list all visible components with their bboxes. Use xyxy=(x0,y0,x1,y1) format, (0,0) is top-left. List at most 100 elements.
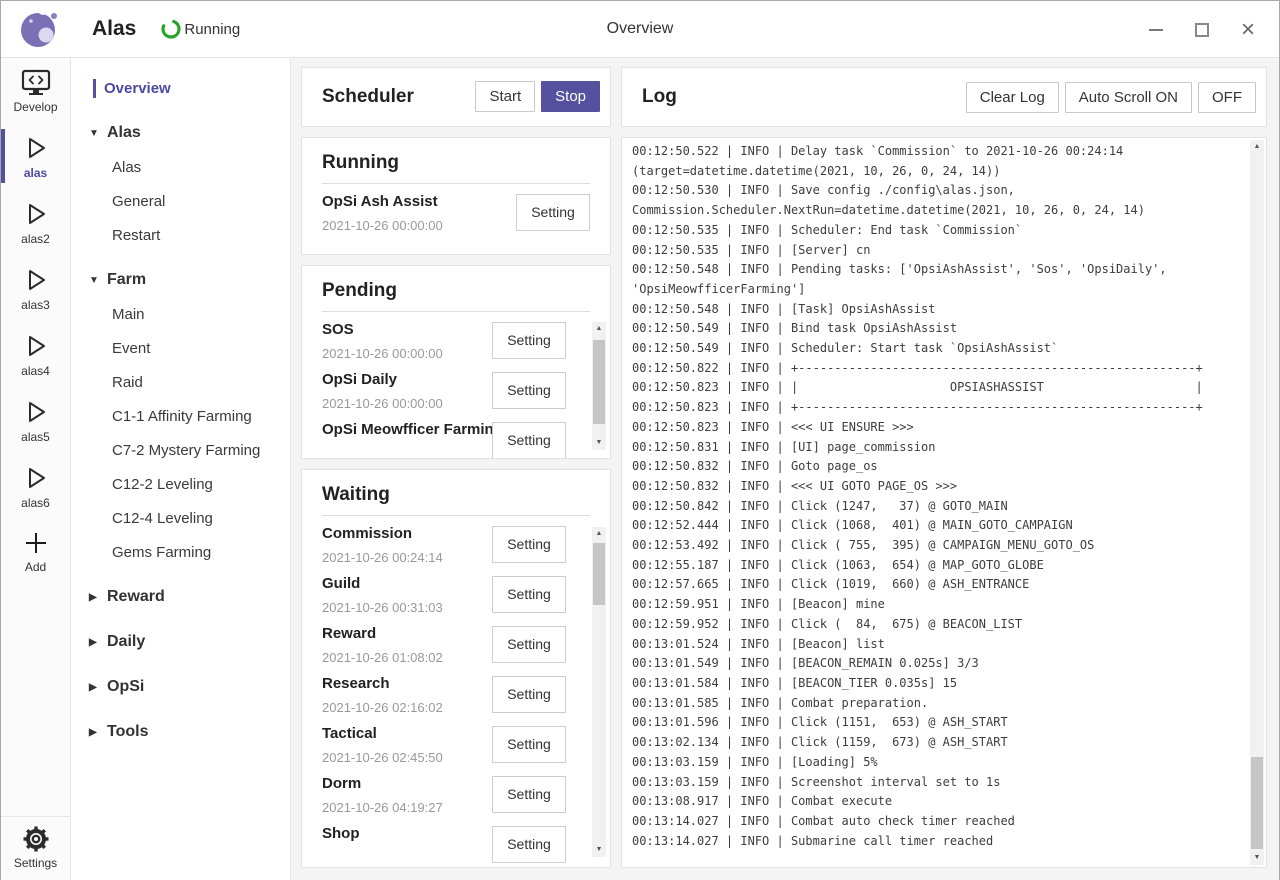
task-name: SOS xyxy=(322,321,507,339)
nav-item-main[interactable]: Main xyxy=(71,306,290,323)
task-row: Research 2021-10-26 02:16:02 Setting xyxy=(322,670,590,720)
maximize-button[interactable] xyxy=(1179,1,1225,58)
nav-item-c12-2-leveling[interactable]: C12-2 Leveling xyxy=(71,476,290,493)
task-name: OpSi Daily xyxy=(322,371,507,389)
nav-group-header-opsi[interactable]: ▶ OpSi xyxy=(71,678,290,696)
nav-item-c7-2-mystery-farming[interactable]: C7-2 Mystery Farming xyxy=(71,442,290,459)
scheduler-card: Scheduler Start Stop xyxy=(301,67,611,127)
nav-item-restart[interactable]: Restart xyxy=(71,227,290,244)
chevron-right-icon: ▶ xyxy=(89,727,107,738)
nav-group-label: Reward xyxy=(107,588,165,606)
setting-button[interactable]: Setting xyxy=(492,726,566,763)
sidebar-item-develop[interactable]: Develop xyxy=(1,58,71,123)
task-name: Dorm xyxy=(322,775,507,793)
waiting-scrollbar[interactable]: ▲ ▼ xyxy=(592,527,606,857)
sidebar-item-settings[interactable]: Settings xyxy=(1,816,70,880)
start-button[interactable]: Start xyxy=(475,81,535,112)
setting-button[interactable]: Setting xyxy=(516,194,590,231)
autoscroll-off-button[interactable]: OFF xyxy=(1198,82,1256,113)
scrollbar-thumb[interactable] xyxy=(593,543,605,605)
sidebar-item-alas5[interactable]: alas5 xyxy=(1,387,71,453)
sidebar-item-alas3[interactable]: alas3 xyxy=(1,255,71,321)
scroll-up-icon[interactable]: ▲ xyxy=(592,322,606,336)
sidebar-item-label: alas4 xyxy=(21,364,50,378)
task-name: OpSi Meowfficer Farming xyxy=(322,421,507,439)
sidebar-item-label: alas5 xyxy=(21,430,50,444)
status-text: Running xyxy=(184,21,240,38)
log-scrollbar[interactable]: ▲ ▼ xyxy=(1250,140,1264,865)
play-icon xyxy=(22,200,50,228)
log-title: Log xyxy=(642,86,966,108)
plus-icon xyxy=(23,530,49,556)
scroll-down-icon[interactable]: ▼ xyxy=(592,843,606,857)
setting-button[interactable]: Setting xyxy=(492,372,566,409)
sidebar-item-label: alas2 xyxy=(21,232,50,246)
nav-item-event[interactable]: Event xyxy=(71,340,290,357)
task-name: OpSi Ash Assist xyxy=(322,193,507,211)
close-icon: × xyxy=(1241,18,1255,42)
stop-button[interactable]: Stop xyxy=(541,81,600,112)
setting-button[interactable]: Setting xyxy=(492,422,566,459)
scheduler-column: Scheduler Start Stop Running OpSi Ash As… xyxy=(301,67,611,868)
nav-item-c1-1-affinity-farming[interactable]: C1-1 Affinity Farming xyxy=(71,408,290,425)
minimize-button[interactable] xyxy=(1133,1,1179,58)
log-panel: 00:12:50.522 | INFO | Delay task `Commis… xyxy=(621,137,1267,868)
sidebar-item-alas2[interactable]: alas2 xyxy=(1,189,71,255)
scroll-up-icon[interactable]: ▲ xyxy=(1250,140,1264,154)
task-row: Reward 2021-10-26 01:08:02 Setting xyxy=(322,620,590,670)
chevron-down-icon: ▼ xyxy=(89,275,107,286)
nav-group-header-daily[interactable]: ▶ Daily xyxy=(71,633,290,651)
main-content: Scheduler Start Stop Running OpSi Ash As… xyxy=(291,58,1279,880)
nav-group-alas: ▼ Alas Alas General Restart xyxy=(71,124,290,244)
task-row: OpSi Meowfficer Farming Setting xyxy=(322,416,590,459)
instance-sidebar: Develop alas alas2 alas3 alas4 xyxy=(1,58,71,880)
setting-button[interactable]: Setting xyxy=(492,322,566,359)
log-output[interactable]: 00:12:50.522 | INFO | Delay task `Commis… xyxy=(632,142,1244,865)
sidebar-item-alas[interactable]: alas xyxy=(1,123,71,189)
sidebar-item-label: alas3 xyxy=(21,298,50,312)
scroll-down-icon[interactable]: ▼ xyxy=(1250,851,1264,865)
task-name: Shop xyxy=(322,825,507,843)
task-row: OpSi Ash Assist 2021-10-26 00:00:00 Sett… xyxy=(322,188,590,238)
nav-group-label: Tools xyxy=(107,723,148,741)
setting-button[interactable]: Setting xyxy=(492,826,566,863)
nav-group-header-alas[interactable]: ▼ Alas xyxy=(71,124,290,142)
setting-button[interactable]: Setting xyxy=(492,626,566,663)
clear-log-button[interactable]: Clear Log xyxy=(966,82,1059,113)
nav-group-header-tools[interactable]: ▶ Tools xyxy=(71,723,290,741)
sidebar-item-label: Add xyxy=(25,560,46,574)
running-spinner-icon xyxy=(160,18,182,40)
close-button[interactable]: × xyxy=(1225,1,1271,58)
nav-group-header-reward[interactable]: ▶ Reward xyxy=(71,588,290,606)
nav-item-alas[interactable]: Alas xyxy=(71,159,290,176)
nav-item-overview[interactable]: Overview xyxy=(71,80,290,97)
setting-button[interactable]: Setting xyxy=(492,776,566,813)
nav-item-general[interactable]: General xyxy=(71,193,290,210)
setting-button[interactable]: Setting xyxy=(492,576,566,613)
nav-item-gems-farming[interactable]: Gems Farming xyxy=(71,544,290,561)
scrollbar-thumb[interactable] xyxy=(593,340,605,424)
play-icon xyxy=(22,266,50,294)
setting-button[interactable]: Setting xyxy=(492,676,566,713)
scrollbar-thumb[interactable] xyxy=(1251,757,1263,849)
task-row: Guild 2021-10-26 00:31:03 Setting xyxy=(322,570,590,620)
task-row: Shop Setting xyxy=(322,820,590,868)
scroll-down-icon[interactable]: ▼ xyxy=(592,436,606,450)
window-controls: × xyxy=(1133,1,1271,58)
sidebar-item-alas6[interactable]: alas6 xyxy=(1,453,71,519)
running-card: Running OpSi Ash Assist 2021-10-26 00:00… xyxy=(301,137,611,255)
task-row: Commission 2021-10-26 00:24:14 Setting xyxy=(322,520,590,570)
pending-scrollbar[interactable]: ▲ ▼ xyxy=(592,322,606,450)
nav-item-raid[interactable]: Raid xyxy=(71,374,290,391)
scheduler-title: Scheduler xyxy=(322,86,475,108)
setting-button[interactable]: Setting xyxy=(492,526,566,563)
page-title: Overview xyxy=(607,20,674,38)
autoscroll-on-button[interactable]: Auto Scroll ON xyxy=(1065,82,1192,113)
add-instance-button[interactable]: Add xyxy=(1,519,71,583)
nav-item-c12-4-leveling[interactable]: C12-4 Leveling xyxy=(71,510,290,527)
nav-group-header-farm[interactable]: ▼ Farm xyxy=(71,271,290,289)
sidebar-item-label: Settings xyxy=(14,856,57,870)
scroll-up-icon[interactable]: ▲ xyxy=(592,527,606,541)
sidebar-item-alas4[interactable]: alas4 xyxy=(1,321,71,387)
waiting-list: Commission 2021-10-26 00:24:14 Setting G… xyxy=(322,516,590,868)
